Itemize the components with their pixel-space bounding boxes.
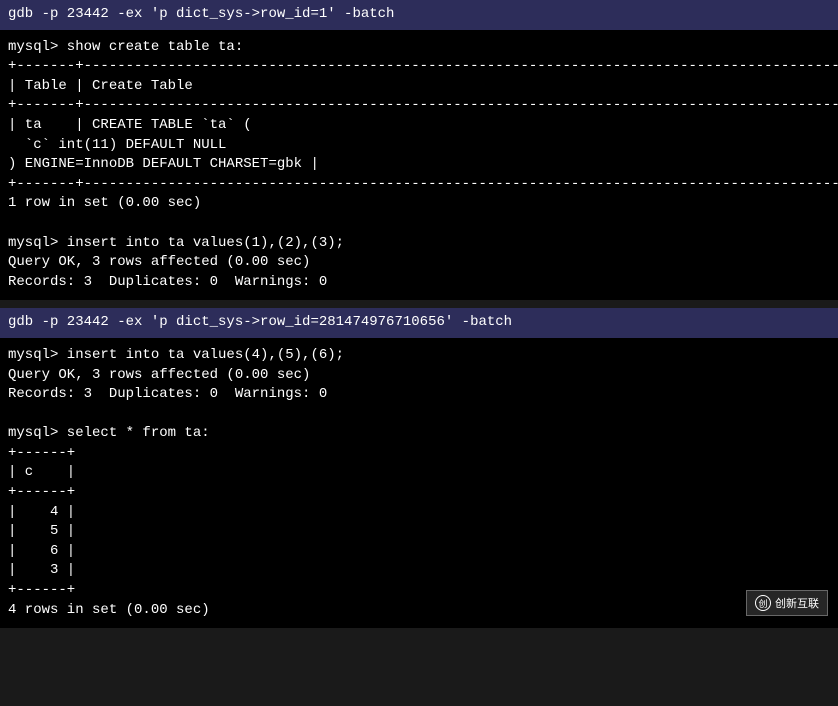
gdb-command-text-2: gdb -p 23442 -ex 'p dict_sys->row_id=281… [8,313,830,333]
gdb-command-bar-1: gdb -p 23442 -ex 'p dict_sys->row_id=1' … [0,0,838,30]
watermark-icon: 创 [755,595,771,611]
section-divider [0,300,838,308]
mysql-output-section-1: mysql> show create table ta: +-------+--… [0,30,838,301]
gdb-command-text-1: gdb -p 23442 -ex 'p dict_sys->row_id=1' … [8,5,830,25]
watermark-text: 创新互联 [775,595,819,611]
mysql-output-section-2: mysql> insert into ta values(4),(5),(6);… [0,338,838,628]
mysql-output-text-1: mysql> show create table ta: +-------+--… [8,38,830,293]
gdb-command-bar-2: gdb -p 23442 -ex 'p dict_sys->row_id=281… [0,308,838,338]
mysql-output-text-2: mysql> insert into ta values(4),(5),(6);… [8,346,830,620]
watermark-badge: 创 创新互联 [746,590,828,616]
